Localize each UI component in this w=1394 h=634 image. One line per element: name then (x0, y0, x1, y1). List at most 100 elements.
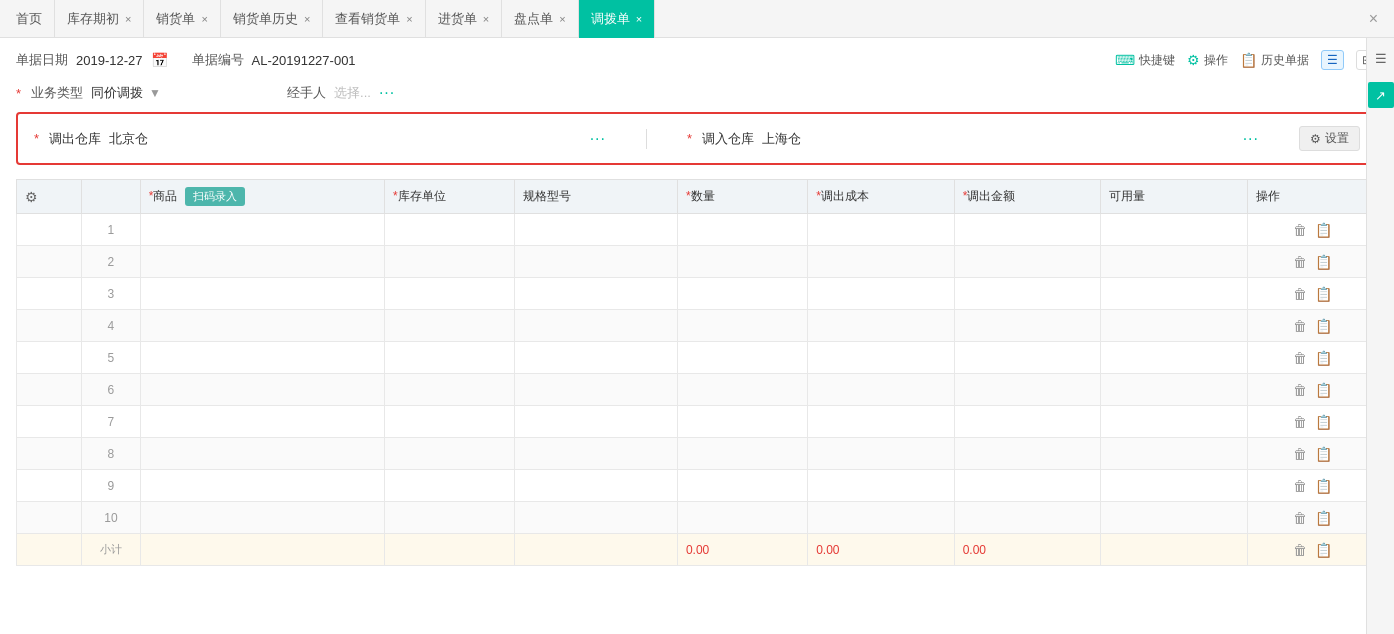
row-delete-icon[interactable]: 🗑 (1293, 222, 1307, 238)
close-all-tabs[interactable]: × (1361, 10, 1386, 28)
row-unit-cell[interactable] (384, 470, 514, 502)
row-copy-icon[interactable]: 📋 (1315, 286, 1332, 302)
row-product-cell[interactable] (140, 406, 384, 438)
row-product-cell[interactable] (140, 374, 384, 406)
row-cost-cell[interactable] (808, 502, 955, 534)
operations-btn[interactable]: ⚙ 操作 (1187, 52, 1228, 69)
row-cost-cell[interactable] (808, 406, 955, 438)
row-copy-icon[interactable]: 📋 (1315, 382, 1332, 398)
row-copy-icon[interactable]: 📋 (1315, 510, 1332, 526)
shortcuts-btn[interactable]: ⌨ 快捷键 (1115, 52, 1175, 69)
in-warehouse-more-btn[interactable]: ··· (1243, 130, 1259, 148)
row-spec-cell[interactable] (515, 342, 678, 374)
col-gear-header[interactable]: ⚙ (17, 180, 82, 214)
row-cost-cell[interactable] (808, 342, 955, 374)
row-cost-cell[interactable] (808, 310, 955, 342)
row-spec-cell[interactable] (515, 310, 678, 342)
scan-btn[interactable]: 扫码录入 (185, 187, 245, 206)
row-product-cell[interactable] (140, 214, 384, 246)
business-type-select[interactable]: 同价调拨 ▼ (91, 84, 231, 102)
row-amount-cell[interactable] (954, 214, 1101, 246)
row-amount-cell[interactable] (954, 502, 1101, 534)
row-cost-cell[interactable] (808, 278, 955, 310)
row-amount-cell[interactable] (954, 278, 1101, 310)
settings-button[interactable]: ⚙ 设置 (1299, 126, 1360, 151)
tab-inventory-check-close[interactable]: × (559, 13, 565, 25)
row-delete-icon[interactable]: 🗑 (1293, 286, 1307, 302)
tab-transfer-close[interactable]: × (636, 13, 642, 25)
subtotal-copy-icon[interactable]: 📋 (1315, 542, 1332, 558)
row-unit-cell[interactable] (384, 246, 514, 278)
row-delete-icon[interactable]: 🗑 (1293, 254, 1307, 270)
row-unit-cell[interactable] (384, 342, 514, 374)
row-amount-cell[interactable] (954, 374, 1101, 406)
row-qty-cell[interactable] (677, 342, 807, 374)
sidebar-list-btn[interactable]: ☰ (1369, 46, 1393, 70)
row-spec-cell[interactable] (515, 502, 678, 534)
handler-placeholder[interactable]: 选择... (334, 84, 371, 102)
tab-purchase-close[interactable]: × (483, 13, 489, 25)
row-delete-icon[interactable]: 🗑 (1293, 350, 1307, 366)
gear-icon[interactable]: ⚙ (25, 189, 38, 205)
row-amount-cell[interactable] (954, 406, 1101, 438)
row-unit-cell[interactable] (384, 214, 514, 246)
row-delete-icon[interactable]: 🗑 (1293, 382, 1307, 398)
row-spec-cell[interactable] (515, 470, 678, 502)
row-product-cell[interactable] (140, 246, 384, 278)
tab-view-sales-close[interactable]: × (406, 13, 412, 25)
tab-home[interactable]: 首页 (8, 0, 55, 38)
row-copy-icon[interactable]: 📋 (1315, 254, 1332, 270)
row-unit-cell[interactable] (384, 310, 514, 342)
tab-purchase[interactable]: 进货单 × (426, 0, 502, 38)
row-qty-cell[interactable] (677, 310, 807, 342)
row-amount-cell[interactable] (954, 246, 1101, 278)
row-amount-cell[interactable] (954, 470, 1101, 502)
layout-btn-1[interactable]: ☰ (1321, 50, 1344, 70)
row-copy-icon[interactable]: 📋 (1315, 478, 1332, 494)
row-unit-cell[interactable] (384, 374, 514, 406)
row-cost-cell[interactable] (808, 438, 955, 470)
row-spec-cell[interactable] (515, 374, 678, 406)
row-qty-cell[interactable] (677, 374, 807, 406)
row-delete-icon[interactable]: 🗑 (1293, 478, 1307, 494)
row-qty-cell[interactable] (677, 278, 807, 310)
tab-inventory-check[interactable]: 盘点单 × (502, 0, 578, 38)
row-qty-cell[interactable] (677, 406, 807, 438)
out-warehouse-more-btn[interactable]: ··· (590, 130, 606, 148)
row-spec-cell[interactable] (515, 438, 678, 470)
row-qty-cell[interactable] (677, 246, 807, 278)
row-qty-cell[interactable] (677, 502, 807, 534)
tab-sales-order[interactable]: 销货单 × (144, 0, 220, 38)
row-delete-icon[interactable]: 🗑 (1293, 446, 1307, 462)
row-amount-cell[interactable] (954, 438, 1101, 470)
row-delete-icon[interactable]: 🗑 (1293, 510, 1307, 526)
row-spec-cell[interactable] (515, 246, 678, 278)
row-product-cell[interactable] (140, 342, 384, 374)
row-unit-cell[interactable] (384, 406, 514, 438)
tab-transfer[interactable]: 调拨单 × (579, 0, 655, 38)
row-qty-cell[interactable] (677, 438, 807, 470)
row-spec-cell[interactable] (515, 214, 678, 246)
row-qty-cell[interactable] (677, 470, 807, 502)
history-btn[interactable]: 📋 历史单据 (1240, 52, 1309, 69)
tab-inventory-init[interactable]: 库存期初 × (55, 0, 144, 38)
subtotal-delete-icon[interactable]: 🗑 (1293, 542, 1307, 558)
row-amount-cell[interactable] (954, 342, 1101, 374)
calendar-icon[interactable]: 📅 (151, 52, 168, 68)
row-copy-icon[interactable]: 📋 (1315, 414, 1332, 430)
row-product-cell[interactable] (140, 502, 384, 534)
row-delete-icon[interactable]: 🗑 (1293, 414, 1307, 430)
row-copy-icon[interactable]: 📋 (1315, 318, 1332, 334)
row-unit-cell[interactable] (384, 278, 514, 310)
row-copy-icon[interactable]: 📋 (1315, 446, 1332, 462)
row-product-cell[interactable] (140, 278, 384, 310)
row-copy-icon[interactable]: 📋 (1315, 350, 1332, 366)
tab-sales-history[interactable]: 销货单历史 × (221, 0, 323, 38)
row-cost-cell[interactable] (808, 470, 955, 502)
row-amount-cell[interactable] (954, 310, 1101, 342)
row-product-cell[interactable] (140, 310, 384, 342)
row-spec-cell[interactable] (515, 278, 678, 310)
sidebar-expand-btn[interactable]: ↗ (1368, 82, 1394, 108)
row-unit-cell[interactable] (384, 502, 514, 534)
tab-sales-order-close[interactable]: × (201, 13, 207, 25)
